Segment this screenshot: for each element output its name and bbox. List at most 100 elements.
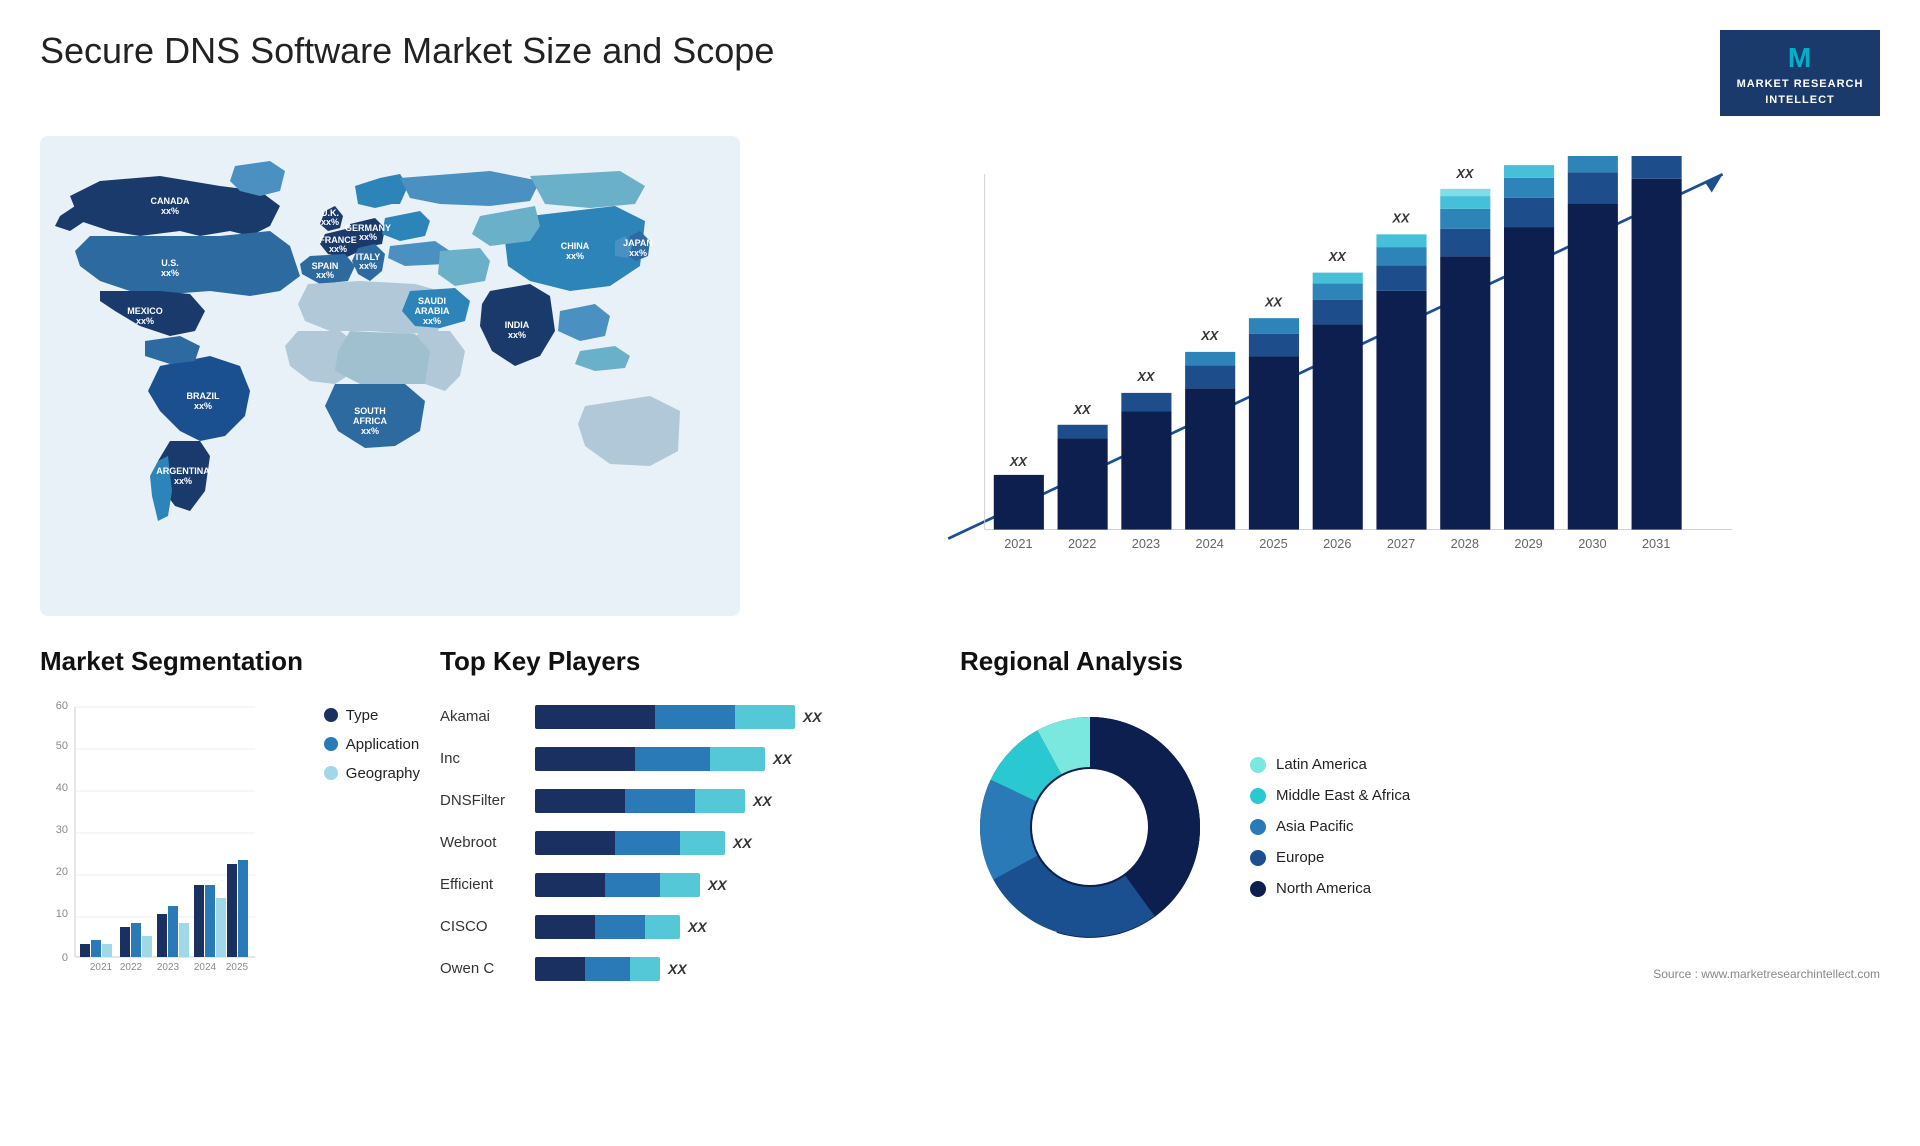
- seg-legend: Type Application Geography: [324, 697, 420, 782]
- reg-label-na: North America: [1276, 880, 1371, 897]
- svg-text:2021: 2021: [90, 962, 113, 973]
- player-bar-owenc: XX: [535, 954, 940, 984]
- svg-text:20: 20: [56, 866, 68, 878]
- svg-text:2026: 2026: [1323, 536, 1351, 551]
- svg-text:10: 10: [56, 908, 68, 920]
- legend-geography-label: Geography: [346, 765, 420, 782]
- player-owenc: Owen C: [440, 954, 505, 984]
- player-akamai: Akamai: [440, 702, 505, 732]
- player-bar-cisco: XX: [535, 912, 940, 942]
- source-text: Source : www.marketresearchintellect.com: [960, 967, 1880, 981]
- regional-legend: Latin America Middle East & Africa Asia …: [1250, 756, 1410, 897]
- india-value: xx%: [508, 330, 526, 340]
- top-section: CANADA xx% U.S. xx% MEXICO xx% BRAZIL xx…: [40, 136, 1880, 616]
- brazil-label: BRAZIL: [187, 391, 220, 401]
- spain-value: xx%: [316, 270, 334, 280]
- regional-section: Regional Analysis: [960, 646, 1880, 1066]
- regional-title: Regional Analysis: [960, 646, 1880, 677]
- svg-text:2025: 2025: [226, 962, 249, 973]
- reg-dot-europe: [1250, 850, 1266, 866]
- legend-type: Type: [324, 707, 420, 724]
- legend-type-dot: [324, 708, 338, 722]
- saudiarabia-label2: ARABIA: [415, 306, 450, 316]
- reg-asia-pacific: Asia Pacific: [1250, 818, 1410, 835]
- players-list: Akamai Inc DNSFilter Webroot Efficient C…: [440, 697, 940, 984]
- china-label: CHINA: [561, 241, 590, 251]
- legend-application-label: Application: [346, 736, 419, 753]
- reg-dot-asia: [1250, 819, 1266, 835]
- uk-value: xx%: [321, 217, 339, 227]
- svg-text:XX: XX: [1328, 249, 1348, 264]
- logo: M MARKET RESEARCH INTELLECT: [1720, 30, 1880, 116]
- owenc-xx: XX: [668, 961, 687, 977]
- svg-text:40: 40: [56, 782, 68, 794]
- player-bars-col: XX XX: [535, 697, 940, 984]
- france-value: xx%: [329, 244, 347, 254]
- svg-text:2029: 2029: [1514, 536, 1542, 551]
- logo-line2: RESEARCH: [1794, 78, 1864, 90]
- reg-label-latin: Latin America: [1276, 756, 1367, 773]
- reg-dot-mea: [1250, 788, 1266, 804]
- svg-text:2028: 2028: [1451, 536, 1479, 551]
- svg-text:XX: XX: [1264, 294, 1284, 309]
- world-map-container: CANADA xx% U.S. xx% MEXICO xx% BRAZIL xx…: [40, 136, 740, 616]
- svg-text:XX: XX: [1200, 328, 1220, 343]
- svg-text:2030: 2030: [1578, 536, 1606, 551]
- player-names-col: Akamai Inc DNSFilter Webroot Efficient C…: [440, 697, 505, 984]
- us-value: xx%: [161, 268, 179, 278]
- svg-text:2022: 2022: [1068, 536, 1096, 551]
- player-dnsfilter: DNSFilter: [440, 786, 505, 816]
- player-cisco: CISCO: [440, 912, 505, 942]
- svg-text:2023: 2023: [157, 962, 180, 973]
- svg-text:2025: 2025: [1259, 536, 1287, 551]
- svg-text:60: 60: [56, 700, 68, 712]
- segmentation-section: Market Segmentation 0 10 20 30 40 50 60: [40, 646, 420, 1066]
- svg-text:XX: XX: [1009, 454, 1029, 469]
- efficient-xx: XX: [708, 877, 727, 893]
- legend-type-label: Type: [346, 707, 379, 724]
- reg-latin-america: Latin America: [1250, 756, 1410, 773]
- player-bar-inc: XX: [535, 744, 940, 774]
- southafrica-label2: AFRICA: [353, 416, 387, 426]
- china-value: xx%: [566, 251, 584, 261]
- southafrica-label: SOUTH: [354, 406, 386, 416]
- legend-geography: Geography: [324, 765, 420, 782]
- bottom-section: Market Segmentation 0 10 20 30 40 50 60: [40, 646, 1880, 1066]
- key-players-title: Top Key Players: [440, 646, 940, 677]
- dnsfilter-xx: XX: [753, 793, 772, 809]
- reg-north-america: North America: [1250, 880, 1410, 897]
- svg-text:2024: 2024: [1196, 536, 1224, 551]
- owenc-bar: [535, 957, 660, 981]
- seg-chart-area: 0 10 20 30 40 50 60: [40, 697, 304, 997]
- legend-application: Application: [324, 736, 420, 753]
- efficient-bar: [535, 873, 700, 897]
- saudiarabia-value: xx%: [423, 316, 441, 326]
- player-webroot: Webroot: [440, 828, 505, 858]
- world-map-svg: CANADA xx% U.S. xx% MEXICO xx% BRAZIL xx…: [40, 136, 740, 616]
- page-header: Secure DNS Software Market Size and Scop…: [40, 30, 1880, 116]
- seg-area: 0 10 20 30 40 50 60: [40, 697, 420, 1017]
- legend-application-dot: [324, 737, 338, 751]
- svg-text:2031: 2031: [1642, 536, 1670, 551]
- reg-dot-latin: [1250, 757, 1266, 773]
- logo-m-letter: M: [1732, 38, 1868, 77]
- player-efficient: Efficient: [440, 870, 505, 900]
- svg-text:2021: 2021: [1004, 536, 1032, 551]
- canada-value: xx%: [161, 206, 179, 216]
- argentina-value: xx%: [174, 476, 192, 486]
- page-title: Secure DNS Software Market Size and Scop…: [40, 30, 774, 72]
- donut-svg: [960, 697, 1220, 957]
- inc-xx: XX: [773, 751, 792, 767]
- brazil-value: xx%: [194, 401, 212, 411]
- player-bar-akamai: XX: [535, 702, 940, 732]
- svg-text:2027: 2027: [1387, 536, 1415, 551]
- player-bar-dnsfilter: XX: [535, 786, 940, 816]
- svg-text:2023: 2023: [1132, 536, 1160, 551]
- player-inc: Inc: [440, 744, 505, 774]
- mexico-label: MEXICO: [127, 306, 163, 316]
- akamai-bar: [535, 705, 795, 729]
- player-bar-webroot: XX: [535, 828, 940, 858]
- reg-label-mea: Middle East & Africa: [1276, 787, 1410, 804]
- reg-label-europe: Europe: [1276, 849, 1324, 866]
- reg-label-asia: Asia Pacific: [1276, 818, 1354, 835]
